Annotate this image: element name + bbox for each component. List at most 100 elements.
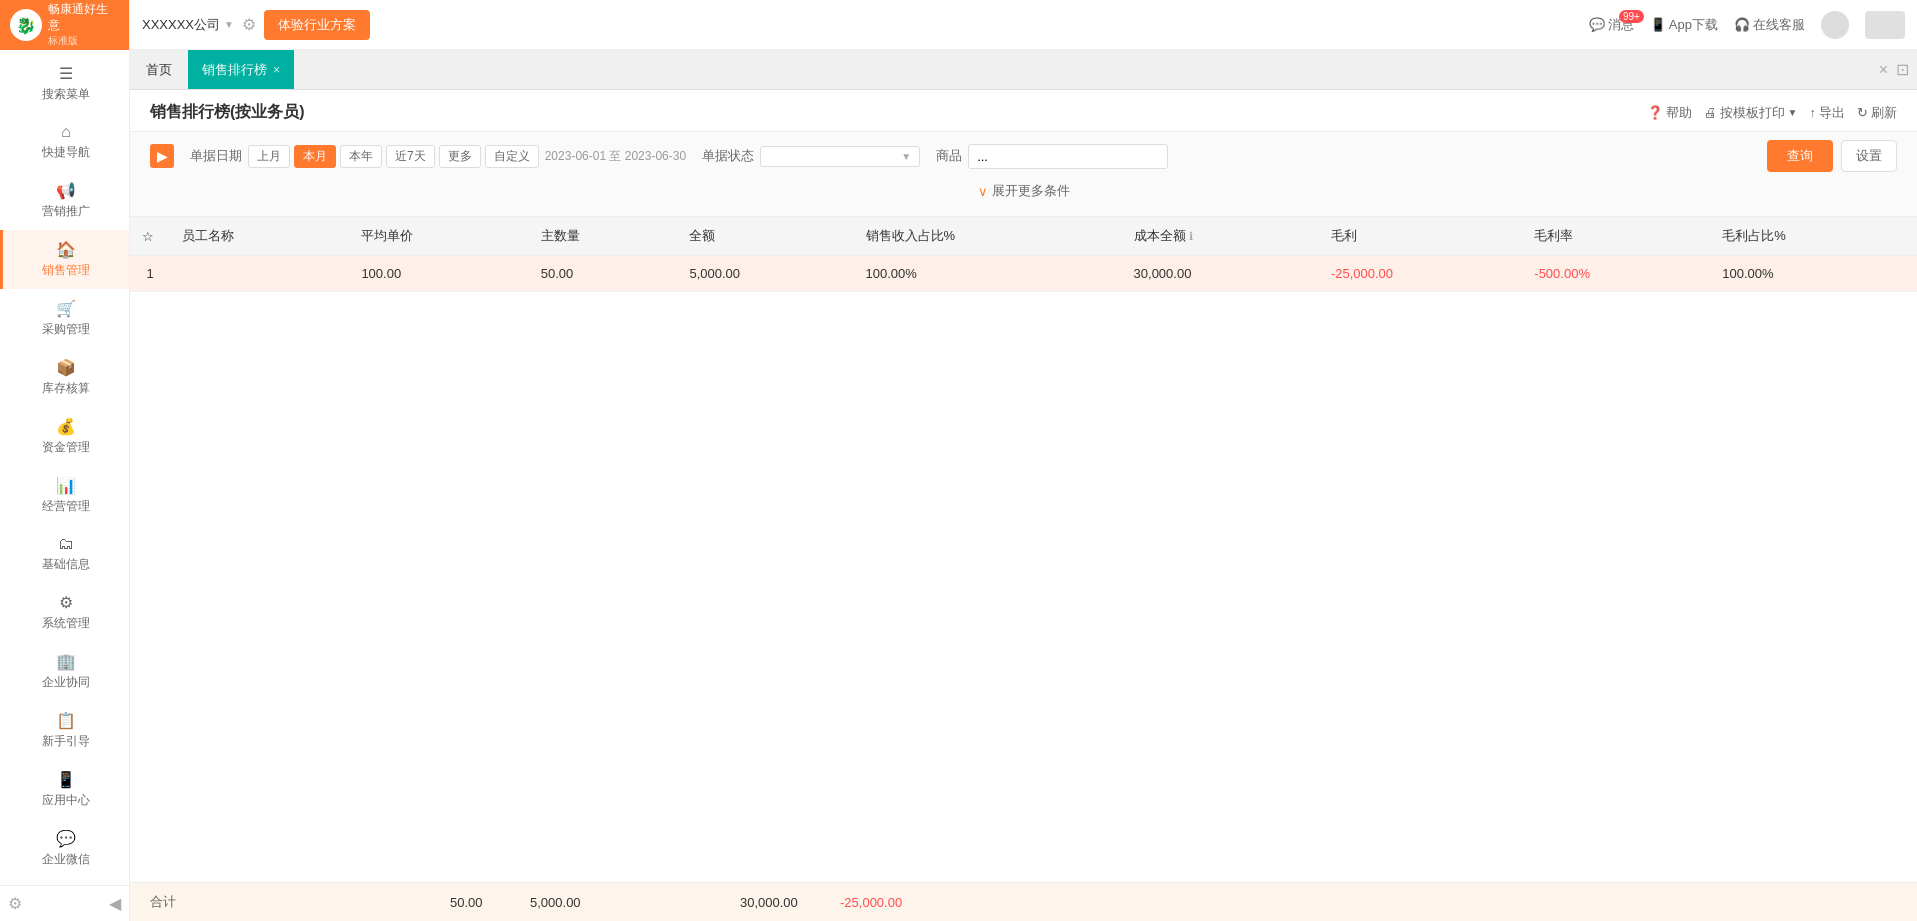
sidebar-label-quick-nav: 快捷导航 <box>42 144 90 161</box>
goods-input[interactable]: ... <box>968 144 1168 169</box>
sidebar-item-marketing[interactable]: 📢营销推广 <box>0 171 129 230</box>
tab-home[interactable]: 首页 <box>130 50 188 89</box>
user-avatar[interactable] <box>1821 11 1849 39</box>
date-btn-last-month[interactable]: 上月 <box>248 145 290 168</box>
phone-icon: 📱 <box>1650 17 1666 32</box>
sidebar-icon-purchase: 🛒 <box>56 299 76 318</box>
refresh-icon: ↻ <box>1857 105 1868 120</box>
topbar-gear-icon[interactable]: ⚙ <box>242 15 256 34</box>
goods-ellipsis: ... <box>977 149 988 164</box>
settings-button[interactable]: 设置 <box>1841 140 1897 172</box>
cell-cost: 30,000.00 <box>1122 256 1319 292</box>
user-menu[interactable] <box>1865 11 1905 39</box>
col-profit-rate: 毛利率 <box>1522 217 1710 256</box>
tab-close-icon[interactable]: × <box>273 63 280 77</box>
goods-filter: 商品 ... <box>936 144 1168 169</box>
export-icon: ↑ <box>1810 105 1817 120</box>
query-button[interactable]: 查询 <box>1767 140 1833 172</box>
print-button[interactable]: 🖨 按模板打印 ▼ <box>1704 104 1798 122</box>
topbar: XXXXXX公司 ▼ ⚙ 体验行业方案 💬 消息 99+ 📱 App下载 🎧 在… <box>130 0 1917 50</box>
sidebar-item-newbie[interactable]: 📋新手引导 <box>0 701 129 760</box>
sidebar-label-app-center: 应用中心 <box>42 792 90 809</box>
sidebar-label-sales: 销售管理 <box>42 262 90 279</box>
sidebar-label-inventory: 库存核算 <box>42 380 90 397</box>
expand-icon: ∨ <box>978 184 988 199</box>
date-btn-custom[interactable]: 自定义 <box>485 145 539 168</box>
tabbar: 首页 销售排行榜 × × ⊡ <box>130 50 1917 90</box>
date-label: 单据日期 <box>190 147 242 165</box>
sidebar-item-operation[interactable]: 📊经营管理 <box>0 466 129 525</box>
sidebar-label-basic-info: 基础信息 <box>42 556 90 573</box>
sidebar-item-finance[interactable]: 💰资金管理 <box>0 407 129 466</box>
sidebar-icon-basic-info: 🗂 <box>58 535 74 553</box>
refresh-label: 刷新 <box>1871 104 1897 122</box>
sidebar-label-operation: 经营管理 <box>42 498 90 515</box>
filter-collapse-btn[interactable]: ▶ <box>150 144 174 168</box>
date-btn-more[interactable]: 更多 <box>439 145 481 168</box>
footer-quantity: 50.00 <box>450 895 530 910</box>
company-name: XXXXXX公司 <box>142 16 220 34</box>
table-row: 1 100.00 50.00 5,000.00 100.00% 30,000.0… <box>130 256 1917 292</box>
help-link[interactable]: ❓ 帮助 <box>1647 104 1692 122</box>
date-btn-7days[interactable]: 近7天 <box>386 145 435 168</box>
app-download-button[interactable]: 📱 App下载 <box>1650 16 1718 34</box>
sidebar-item-sales[interactable]: 🏠销售管理 <box>0 230 129 289</box>
sidebar-logo: 🐉 畅康通好生意 标准版 <box>0 0 129 50</box>
date-btn-this-year[interactable]: 本年 <box>340 145 382 168</box>
status-select[interactable]: ▼ <box>760 146 920 167</box>
sidebar-icon-search-order: ☰ <box>59 64 73 83</box>
sidebar: 🐉 畅康通好生意 标准版 ☰搜索菜单 ⌂ 快捷导航 📢营销推广🏠销售管理🛒采购管理📦库… <box>0 0 130 921</box>
sidebar-icon-enterprise: 🏢 <box>56 652 76 671</box>
refresh-button[interactable]: ↻ 刷新 <box>1857 104 1897 122</box>
status-label: 单据状态 <box>702 147 754 165</box>
message-button[interactable]: 💬 消息 99+ <box>1589 16 1634 34</box>
sidebar-item-enterprise[interactable]: 🏢 企业协同 <box>0 642 129 701</box>
sidebar-item-quick-nav[interactable]: ⌂ 快捷导航 <box>0 113 129 171</box>
tab-sales-ranking[interactable]: 销售排行榜 × <box>188 50 294 89</box>
col-avg-price: 平均单价 <box>349 217 528 256</box>
window-maximize-icon[interactable]: ⊡ <box>1896 60 1909 79</box>
print-dropdown-icon: ▼ <box>1788 107 1798 118</box>
page-actions: ❓ 帮助 🖨 按模板打印 ▼ ↑ 导出 ↻ 刷新 <box>1647 104 1897 122</box>
headset-icon: 🎧 <box>1734 17 1750 32</box>
home-tab-label: 首页 <box>146 61 172 79</box>
cell-rank: 1 <box>130 256 170 292</box>
sidebar-icon-newbie: 📋 <box>56 711 76 730</box>
company-selector[interactable]: XXXXXX公司 ▼ <box>142 16 234 34</box>
expand-label: 展开更多条件 <box>992 182 1070 200</box>
sidebar-item-system[interactable]: ⚙系统管理 <box>0 583 129 642</box>
window-close-icon[interactable]: × <box>1879 61 1888 79</box>
table-wrapper: ☆ 员工名称 平均单价 主数量 全额 销售收入占比% 成本全额 ℹ 毛利 毛利率… <box>130 217 1917 882</box>
filter-more-row: ∨ 展开更多条件 <box>150 172 1897 208</box>
app-name: 畅康通好生意 <box>48 2 119 33</box>
ranking-table: ☆ 员工名称 平均单价 主数量 全额 销售收入占比% 成本全额 ℹ 毛利 毛利率… <box>130 217 1917 292</box>
sidebar-item-inventory[interactable]: 📦库存核算 <box>0 348 129 407</box>
date-buttons: 上月 本月 本年 近7天 更多 自定义 <box>248 145 539 168</box>
sidebar-item-enterprise-wechat[interactable]: 💬企业微信 <box>0 819 129 878</box>
page-header: 销售排行榜(按业务员) ❓ 帮助 🖨 按模板打印 ▼ ↑ 导出 ↻ 刷新 <box>130 90 1917 131</box>
date-btn-this-month[interactable]: 本月 <box>294 145 336 168</box>
col-name: 员工名称 <box>170 217 349 256</box>
cell-quantity: 50.00 <box>529 256 678 292</box>
col-cost: 成本全额 ℹ <box>1122 217 1319 256</box>
help-label: 帮助 <box>1666 104 1692 122</box>
sidebar-label-enterprise: 企业协同 <box>42 674 90 691</box>
sidebar-item-purchase[interactable]: 🛒采购管理 <box>0 289 129 348</box>
sidebar-item-app-center[interactable]: 📱应用中心 <box>0 760 129 819</box>
sidebar-item-basic-info[interactable]: 🗂 基础信息 <box>0 525 129 583</box>
sidebar-icon-quick-nav: ⌂ <box>61 123 71 141</box>
online-service-button[interactable]: 🎧 在线客服 <box>1734 16 1805 34</box>
table-header-row: ☆ 员工名称 平均单价 主数量 全额 销售收入占比% 成本全额 ℹ 毛利 毛利率… <box>130 217 1917 256</box>
settings-icon[interactable]: ⚙ <box>8 894 22 913</box>
sidebar-item-search-order[interactable]: ☰搜索菜单 <box>0 54 129 113</box>
expand-more-btn[interactable]: ∨ 展开更多条件 <box>970 178 1078 204</box>
trial-button[interactable]: 体验行业方案 <box>264 10 370 40</box>
sidebar-item-member[interactable]: ♛畅会员 <box>0 878 129 885</box>
export-button[interactable]: ↑ 导出 <box>1810 104 1846 122</box>
sidebar-icon-marketing: 📢 <box>56 181 76 200</box>
tabbar-window-controls: × ⊡ <box>1871 50 1917 89</box>
sidebar-menu: ☰搜索菜单 ⌂ 快捷导航 📢营销推广🏠销售管理🛒采购管理📦库存核算💰资金管理📊经营管理… <box>0 50 129 885</box>
export-label: 导出 <box>1819 104 1845 122</box>
collapse-icon[interactable]: ◀ <box>109 894 121 913</box>
topbar-right: 💬 消息 99+ 📱 App下载 🎧 在线客服 <box>1589 11 1905 39</box>
